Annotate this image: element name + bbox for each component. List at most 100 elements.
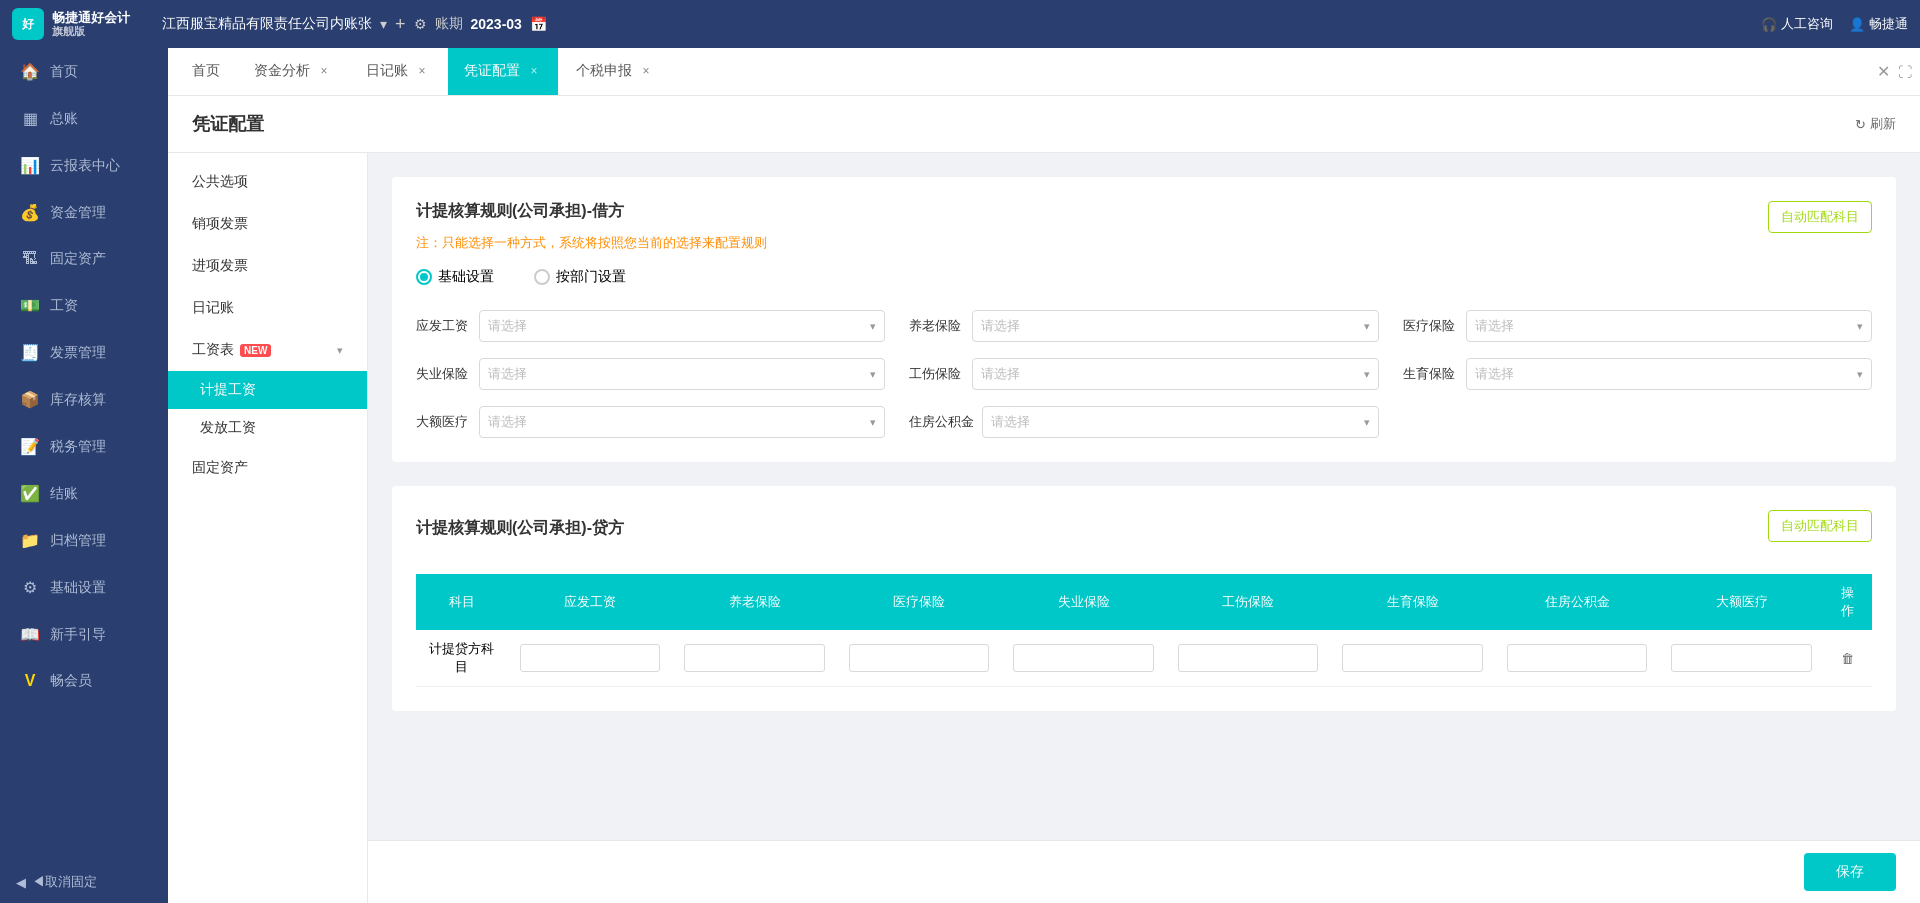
- sidebar-item-inventory[interactable]: 📦 库存核算: [0, 376, 168, 423]
- left-menu-purchase[interactable]: 进项发票: [168, 245, 367, 287]
- sidebar-item-archive[interactable]: 📁 归档管理: [0, 517, 168, 564]
- sidebar-item-funds[interactable]: 💰 资金管理: [0, 189, 168, 236]
- cell-birth-input[interactable]: [1330, 630, 1495, 687]
- tab-funds[interactable]: 资金分析 ×: [238, 48, 348, 95]
- select-housing[interactable]: 请选择 ▾: [982, 406, 1378, 438]
- sidebar-label-funds: 资金管理: [50, 204, 106, 222]
- funds-icon: 💰: [20, 203, 40, 222]
- company-dropdown-icon[interactable]: ▾: [380, 16, 387, 32]
- tab-home[interactable]: 首页: [176, 48, 236, 95]
- assets-icon: 🏗: [20, 250, 40, 268]
- input-salary[interactable]: [520, 644, 661, 672]
- delete-icon[interactable]: 🗑: [1841, 651, 1854, 666]
- window-close-icon[interactable]: ✕: [1877, 62, 1890, 81]
- window-maximize-icon[interactable]: ⛶: [1898, 64, 1912, 80]
- input-birth[interactable]: [1342, 644, 1483, 672]
- input-pension[interactable]: [684, 644, 825, 672]
- sidebar-item-ledger[interactable]: ▦ 总账: [0, 95, 168, 142]
- debit-form-grid: 应发工资 请选择 ▾ 养老保险 请选择 ▾: [416, 310, 1872, 438]
- sidebar-item-settings[interactable]: ⚙ 基础设置: [0, 564, 168, 611]
- cell-unemployment-input[interactable]: [1001, 630, 1166, 687]
- refresh-button[interactable]: ↻ 刷新: [1855, 115, 1896, 133]
- select-large-medical[interactable]: 请选择 ▾: [479, 406, 885, 438]
- sidebar-label-home: 首页: [50, 63, 78, 81]
- service-button[interactable]: 🎧 人工咨询: [1761, 15, 1833, 33]
- col-housing: 住房公积金: [1495, 574, 1660, 630]
- sidebar-item-vip[interactable]: V 畅会员: [0, 658, 168, 704]
- tab-tax-report[interactable]: 个税申报 ×: [560, 48, 670, 95]
- sidebar-item-tax[interactable]: 📝 税务管理: [0, 423, 168, 470]
- cell-action[interactable]: 🗑: [1824, 630, 1872, 687]
- tab-voucher[interactable]: 凭证配置 ×: [448, 48, 558, 95]
- sidebar-item-closing[interactable]: ✅ 结账: [0, 470, 168, 517]
- select-unemployment[interactable]: 请选择 ▾: [479, 358, 885, 390]
- select-salary-chevron: ▾: [870, 320, 876, 333]
- cell-salary-input[interactable]: [508, 630, 673, 687]
- unpin-button[interactable]: ◀ ◀取消固定: [0, 861, 168, 903]
- credit-auto-match-btn[interactable]: 自动匹配科目: [1768, 510, 1872, 542]
- period-label: 账期: [435, 15, 463, 33]
- input-medical[interactable]: [849, 644, 990, 672]
- settings-icon[interactable]: ⚙: [414, 16, 427, 32]
- input-housing[interactable]: [1507, 644, 1648, 672]
- left-menu-calc-payroll[interactable]: 计提工资: [168, 371, 367, 409]
- sidebar-item-home[interactable]: 🏠 首页: [0, 48, 168, 95]
- sidebar-item-reports[interactable]: 📊 云报表中心: [0, 142, 168, 189]
- select-pension[interactable]: 请选择 ▾: [972, 310, 1378, 342]
- tab-journal[interactable]: 日记账 ×: [350, 48, 446, 95]
- reports-icon: 📊: [20, 156, 40, 175]
- select-medical[interactable]: 请选择 ▾: [1466, 310, 1872, 342]
- archive-icon: 📁: [20, 531, 40, 550]
- tab-funds-close[interactable]: ×: [316, 63, 332, 79]
- select-salary-placeholder: 请选择: [488, 317, 527, 335]
- sidebar-item-invoice[interactable]: 🧾 发票管理: [0, 329, 168, 376]
- cell-medical-input[interactable]: [837, 630, 1002, 687]
- left-menu-sales[interactable]: 销项发票: [168, 203, 367, 245]
- unpin-icon: ◀: [16, 875, 26, 890]
- service-label: 人工咨询: [1781, 15, 1833, 33]
- tab-tax-close[interactable]: ×: [638, 63, 654, 79]
- cell-pension-input[interactable]: [672, 630, 837, 687]
- label-injury: 工伤保险: [909, 365, 964, 383]
- field-large-medical: 大额医疗 请选择 ▾: [416, 406, 885, 438]
- input-large-medical[interactable]: [1671, 644, 1812, 672]
- calendar-icon[interactable]: 📅: [530, 16, 547, 32]
- cell-large-medical-input[interactable]: [1659, 630, 1824, 687]
- sidebar-item-assets[interactable]: 🏗 固定资产: [0, 236, 168, 282]
- top-bar: 好 畅捷通好会计 旗舰版 江西服宝精品有限责任公司内账张 ▾ + ⚙ 账期 20…: [0, 0, 1920, 48]
- select-birth[interactable]: 请选择 ▾: [1466, 358, 1872, 390]
- sidebar-label-guide: 新手引导: [50, 626, 106, 644]
- cell-housing-input[interactable]: [1495, 630, 1660, 687]
- input-injury[interactable]: [1178, 644, 1319, 672]
- left-menu-payroll-table[interactable]: 工资表 NEW ▾: [168, 329, 367, 371]
- radio-group: 基础设置 按部门设置: [416, 268, 1872, 286]
- select-large-medical-chevron: ▾: [870, 416, 876, 429]
- save-button[interactable]: 保存: [1804, 853, 1896, 891]
- sidebar-item-guide[interactable]: 📖 新手引导: [0, 611, 168, 658]
- radio-basic[interactable]: 基础设置: [416, 268, 494, 286]
- radio-dept[interactable]: 按部门设置: [534, 268, 626, 286]
- left-menu-public[interactable]: 公共选项: [168, 161, 367, 203]
- sidebar-label-tax: 税务管理: [50, 438, 106, 456]
- refresh-icon: ↻: [1855, 117, 1866, 132]
- add-company-btn[interactable]: +: [395, 14, 406, 35]
- tab-journal-close[interactable]: ×: [414, 63, 430, 79]
- user-info[interactable]: 👤 畅捷通: [1849, 15, 1908, 33]
- debit-auto-match-btn[interactable]: 自动匹配科目: [1768, 201, 1872, 233]
- sidebar-label-payroll: 工资: [50, 297, 78, 315]
- input-unemployment[interactable]: [1013, 644, 1154, 672]
- cell-injury-input[interactable]: [1166, 630, 1331, 687]
- company-selector[interactable]: 江西服宝精品有限责任公司内账张 ▾ + ⚙ 账期 2023-03 📅: [162, 14, 1761, 35]
- field-injury: 工伤保险 请选择 ▾: [909, 358, 1378, 390]
- sidebar-label-archive: 归档管理: [50, 532, 106, 550]
- col-medical: 医疗保险: [837, 574, 1002, 630]
- left-menu-pay-payroll[interactable]: 发放工资: [168, 409, 367, 447]
- select-injury[interactable]: 请选择 ▾: [972, 358, 1378, 390]
- field-pension: 养老保险 请选择 ▾: [909, 310, 1378, 342]
- left-menu-journal[interactable]: 日记账: [168, 287, 367, 329]
- left-menu-fixed-assets[interactable]: 固定资产: [168, 447, 367, 489]
- sidebar-item-payroll[interactable]: 💵 工资: [0, 282, 168, 329]
- col-unemployment: 失业保险: [1001, 574, 1166, 630]
- tab-voucher-close[interactable]: ×: [526, 63, 542, 79]
- select-salary[interactable]: 请选择 ▾: [479, 310, 885, 342]
